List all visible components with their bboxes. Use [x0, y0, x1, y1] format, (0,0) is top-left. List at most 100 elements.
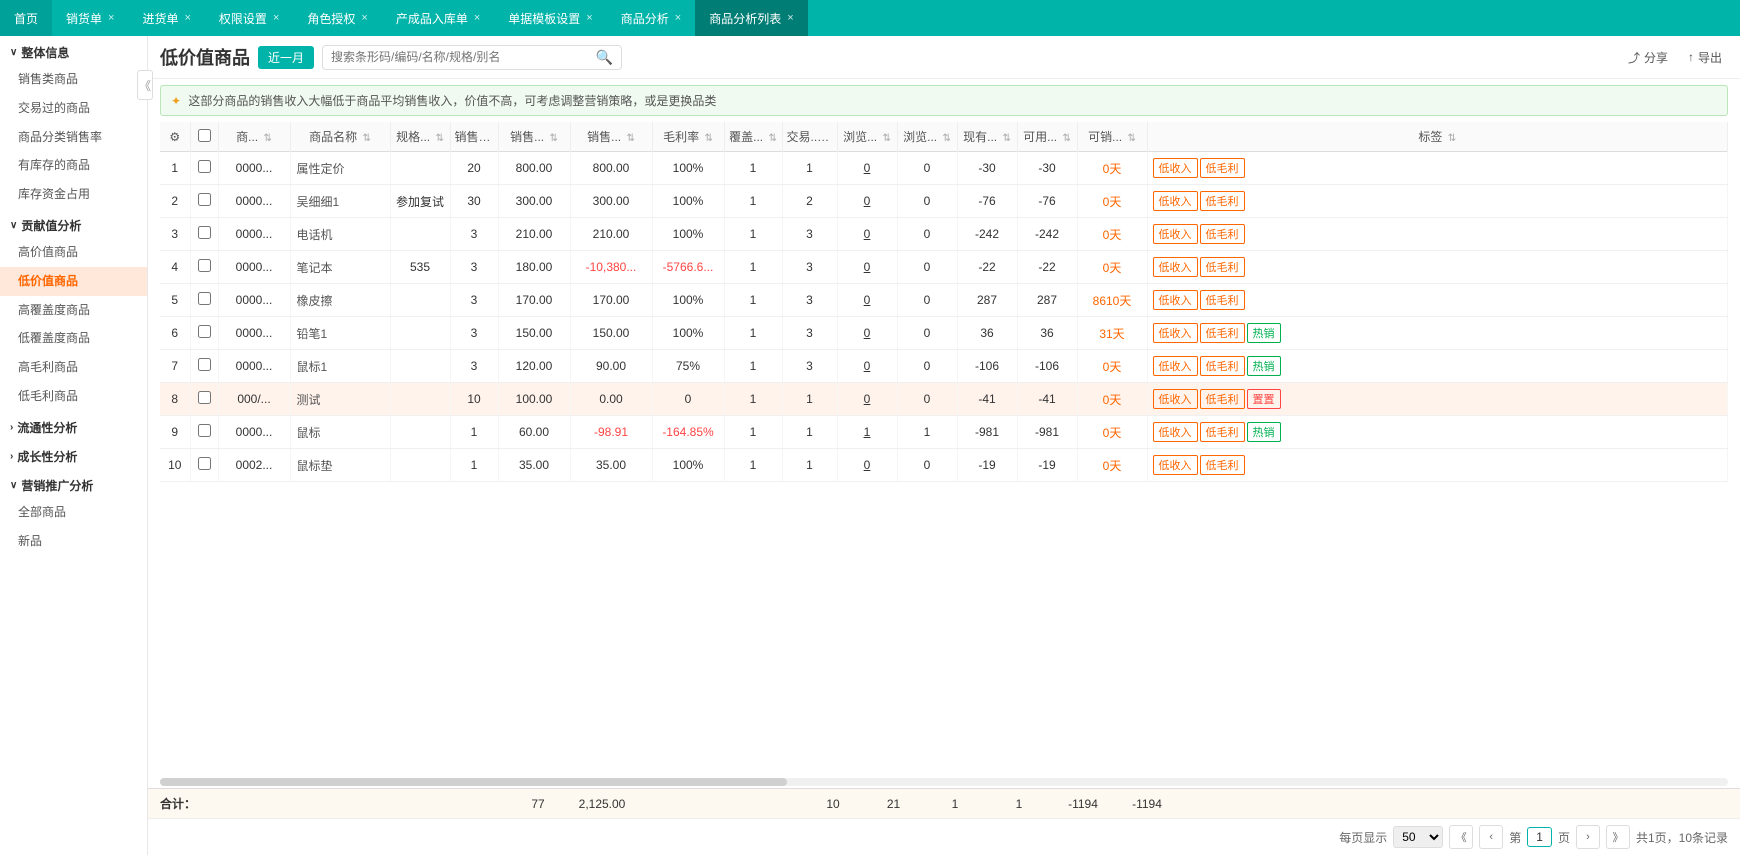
td-name[interactable]: 鼠标垫	[290, 449, 390, 482]
td-name[interactable]: 属性定价	[290, 152, 390, 185]
sidebar-item-high-value[interactable]: 高价值商品	[0, 238, 147, 267]
th-browse2[interactable]: 浏览... ⇅	[897, 122, 957, 152]
th-current[interactable]: 现有... ⇅	[957, 122, 1017, 152]
th-price2[interactable]: 销售... ⇅	[570, 122, 652, 152]
row-checkbox[interactable]	[198, 391, 211, 404]
th-spec[interactable]: 规格... ⇅	[390, 122, 450, 152]
per-page-select[interactable]: 50 100 200	[1393, 826, 1443, 848]
td-check[interactable]	[190, 317, 218, 350]
table-wrapper[interactable]: ⚙ 商... ⇅ 商品名称 ⇅ 规格... ⇅ 销售... ⇅ 销售... ⇅ …	[148, 122, 1740, 776]
close-role-auth[interactable]: ×	[361, 12, 367, 24]
row-checkbox[interactable]	[198, 226, 211, 239]
nav-home[interactable]: 首页	[0, 0, 52, 36]
scrollbar-thumb[interactable]	[160, 778, 787, 786]
row-checkbox[interactable]	[198, 457, 211, 470]
th-code[interactable]: 商... ⇅	[218, 122, 290, 152]
sidebar-item-high-margin[interactable]: 高毛利商品	[0, 353, 147, 382]
row-checkbox[interactable]	[198, 358, 211, 371]
search-icon[interactable]: 🔍	[596, 49, 613, 66]
row-checkbox[interactable]	[198, 160, 211, 173]
sidebar-item-high-coverage[interactable]: 高覆盖度商品	[0, 296, 147, 325]
td-browse1[interactable]: 0	[837, 185, 897, 218]
th-price1[interactable]: 销售... ⇅	[498, 122, 570, 152]
td-browse1[interactable]: 0	[837, 449, 897, 482]
td-check[interactable]	[190, 218, 218, 251]
sidebar-item-capital-occupation[interactable]: 库存资金占用	[0, 180, 147, 209]
td-check[interactable]	[190, 251, 218, 284]
th-coverage[interactable]: 覆盖... ⇅	[724, 122, 782, 152]
th-trade[interactable]: 交易... ⇅	[782, 122, 837, 152]
sidebar-item-low-value[interactable]: 低价值商品	[0, 267, 147, 296]
nav-sales-order[interactable]: 销货单 ×	[52, 0, 128, 36]
nav-permissions[interactable]: 权限设置 ×	[205, 0, 293, 36]
sidebar-group-marketing[interactable]: ∨ 营销推广分析	[0, 469, 147, 498]
th-check[interactable]	[190, 122, 218, 152]
close-permissions[interactable]: ×	[273, 12, 279, 24]
nav-product-analysis-list[interactable]: 商品分析列表 ×	[695, 0, 807, 36]
select-all-checkbox[interactable]	[198, 129, 211, 142]
th-tags[interactable]: 标签 ⇅	[1147, 122, 1728, 152]
prev-page-button[interactable]: ‹	[1479, 825, 1503, 849]
sidebar-item-low-coverage[interactable]: 低覆盖度商品	[0, 324, 147, 353]
search-input[interactable]	[331, 50, 596, 64]
td-name[interactable]: 测试	[290, 383, 390, 416]
sidebar-item-sales-products[interactable]: 销售类商品	[0, 65, 147, 94]
td-browse1[interactable]: 0	[837, 383, 897, 416]
row-checkbox[interactable]	[198, 193, 211, 206]
td-name[interactable]: 电话机	[290, 218, 390, 251]
td-check[interactable]	[190, 350, 218, 383]
td-name[interactable]: 铅笔1	[290, 317, 390, 350]
th-margin[interactable]: 毛利率 ⇅	[652, 122, 724, 152]
td-check[interactable]	[190, 152, 218, 185]
nav-product-warehouse[interactable]: 产成品入库单 ×	[382, 0, 494, 36]
td-check[interactable]	[190, 185, 218, 218]
row-checkbox[interactable]	[198, 259, 211, 272]
td-check[interactable]	[190, 284, 218, 317]
sidebar-item-new-products[interactable]: 新品	[0, 527, 147, 556]
time-filter-button[interactable]: 近一月	[258, 46, 314, 69]
td-browse1[interactable]: 0	[837, 284, 897, 317]
td-browse1[interactable]: 0	[837, 350, 897, 383]
td-browse1[interactable]: 0	[837, 251, 897, 284]
td-check[interactable]	[190, 416, 218, 449]
close-purchase-order[interactable]: ×	[184, 12, 190, 24]
last-page-button[interactable]: 》	[1606, 825, 1630, 849]
sidebar-item-category-rate[interactable]: 商品分类销售率	[0, 123, 147, 152]
sidebar-item-stock-products[interactable]: 有库存的商品	[0, 151, 147, 180]
td-name[interactable]: 鼠标	[290, 416, 390, 449]
nav-role-auth[interactable]: 角色授权 ×	[293, 0, 381, 36]
sidebar-collapse-button[interactable]: 《	[137, 70, 153, 100]
close-sales-order[interactable]: ×	[108, 12, 114, 24]
td-name[interactable]: 橡皮擦	[290, 284, 390, 317]
sidebar-group-contribution[interactable]: ∨ 贡献值分析	[0, 209, 147, 238]
row-checkbox[interactable]	[198, 292, 211, 305]
td-check[interactable]	[190, 383, 218, 416]
horizontal-scrollbar[interactable]	[160, 778, 1728, 786]
close-product-analysis[interactable]: ×	[675, 12, 681, 24]
sidebar-item-traded-products[interactable]: 交易过的商品	[0, 94, 147, 123]
td-name[interactable]: 吴细细1	[290, 185, 390, 218]
td-check[interactable]	[190, 449, 218, 482]
next-page-button[interactable]: ›	[1576, 825, 1600, 849]
td-browse1[interactable]: 1	[837, 416, 897, 449]
export-button[interactable]: ↑ 导出	[1682, 46, 1728, 69]
sidebar-item-all-products[interactable]: 全部商品	[0, 498, 147, 527]
first-page-button[interactable]: 《	[1449, 825, 1473, 849]
sidebar-item-low-margin[interactable]: 低毛利商品	[0, 382, 147, 411]
close-product-warehouse[interactable]: ×	[474, 12, 480, 24]
close-product-analysis-list[interactable]: ×	[787, 12, 793, 24]
share-button[interactable]: ⤴ 分享	[1622, 46, 1674, 69]
th-available[interactable]: 可用... ⇅	[1017, 122, 1077, 152]
th-gear[interactable]: ⚙	[160, 122, 190, 152]
sidebar-group-growth[interactable]: › 成长性分析	[0, 440, 147, 469]
td-browse1[interactable]: 0	[837, 317, 897, 350]
td-browse1[interactable]: 0	[837, 218, 897, 251]
td-name[interactable]: 笔记本	[290, 251, 390, 284]
nav-purchase-order[interactable]: 进货单 ×	[128, 0, 204, 36]
sidebar-group-overall[interactable]: ∨ 整体信息	[0, 36, 147, 65]
close-template-settings[interactable]: ×	[586, 12, 592, 24]
th-qty[interactable]: 销售... ⇅	[450, 122, 498, 152]
row-checkbox[interactable]	[198, 424, 211, 437]
row-checkbox[interactable]	[198, 325, 211, 338]
th-browse1[interactable]: 浏览... ⇅	[837, 122, 897, 152]
